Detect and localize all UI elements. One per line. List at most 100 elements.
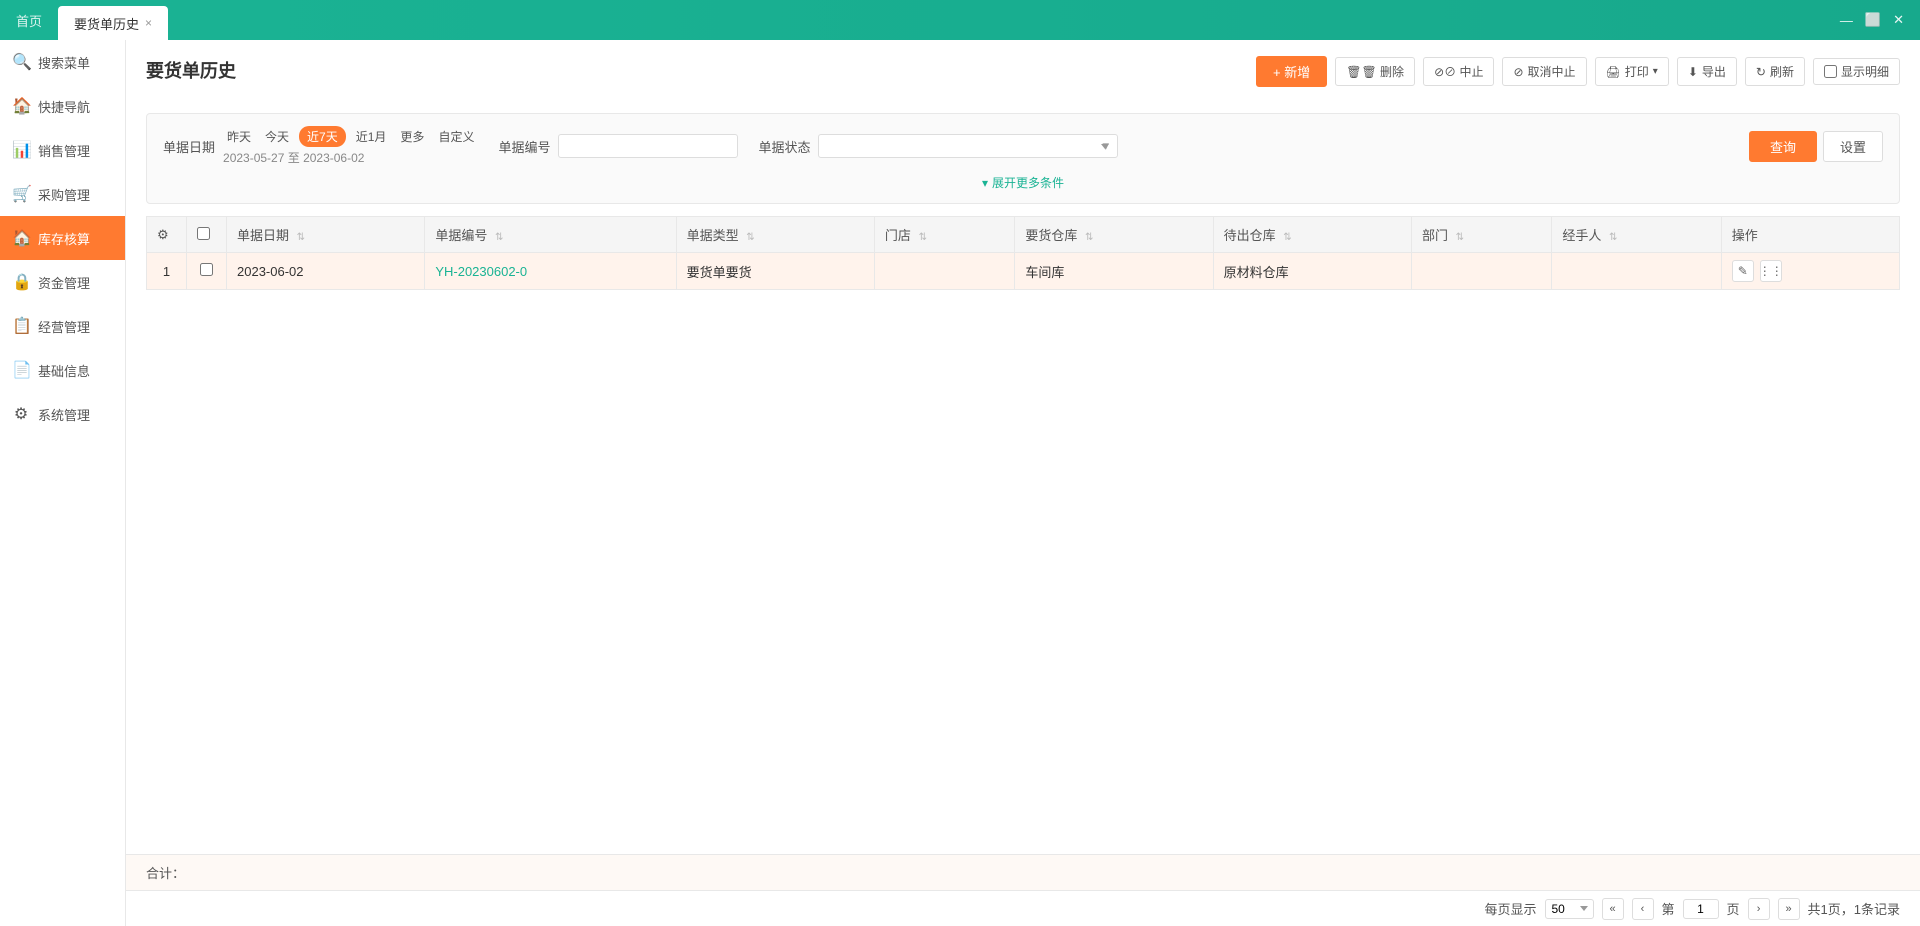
- operation-icons: ✎ ⋮⋮: [1732, 260, 1889, 282]
- top-bar: 首页 要货单历史 × — ⬜ ✕: [0, 0, 1920, 40]
- pagination-bar: 每页显示 50 20 100 « ‹ 第 页 › » 共1页，1条记录: [126, 890, 1920, 926]
- sidebar-item-search-menu[interactable]: 🔍 搜索菜单: [0, 40, 125, 84]
- display-detail-checkbox[interactable]: [1824, 65, 1837, 78]
- display-detail-toggle[interactable]: 显示明细: [1813, 58, 1900, 85]
- page-number-input[interactable]: [1683, 899, 1719, 919]
- table-row: 1 2023-06-02 YH-20230602-0 要货单要货 车间库 原材料…: [147, 253, 1900, 290]
- th-settings[interactable]: ⚙: [147, 217, 187, 253]
- row-handler: [1552, 253, 1721, 290]
- stop-button[interactable]: ⊘ ⊘ 中止: [1423, 57, 1494, 86]
- chart-icon: 📊: [12, 140, 30, 160]
- sidebar-item-quick-nav[interactable]: 🏠 快捷导航: [0, 84, 125, 128]
- doc-status-filter: 单据状态 ▾: [758, 134, 1729, 158]
- date-shortcut-yesterday[interactable]: 昨天: [223, 127, 255, 146]
- date-range-display: 2023-05-27 至 2023-06-02: [223, 149, 478, 166]
- settings-icon: ⚙: [157, 227, 169, 242]
- doc-status-select[interactable]: [818, 134, 1118, 158]
- th-doc-number[interactable]: 单据编号 ⇅: [425, 217, 676, 253]
- th-operation: 操作: [1721, 217, 1899, 253]
- row-store: [874, 253, 1014, 290]
- sidebar-item-purchase-mgmt[interactable]: 🛒 采购管理: [0, 172, 125, 216]
- date-shortcut-row: 昨天 今天 近7天 近1月 更多 自定义: [223, 126, 478, 147]
- cancel-stop-button[interactable]: ⊘ 取消中止: [1502, 57, 1586, 86]
- sidebar-item-inventory-calc[interactable]: 🏠 库存核算: [0, 216, 125, 260]
- row-operation: ✎ ⋮⋮: [1721, 253, 1899, 290]
- per-page-select[interactable]: 50 20 100: [1545, 899, 1594, 919]
- date-shortcut-1month[interactable]: 近1月: [352, 127, 391, 146]
- clipboard-icon: 📋: [12, 316, 30, 336]
- row-checkbox[interactable]: [200, 263, 213, 276]
- date-filter-label: 单据日期: [163, 137, 215, 156]
- refresh-icon: ↻: [1756, 65, 1766, 79]
- print-button[interactable]: 🖨 打印 ▾: [1595, 57, 1669, 86]
- date-shortcut-7days[interactable]: 近7天: [299, 126, 346, 147]
- op-more-button[interactable]: ⋮⋮: [1760, 260, 1782, 282]
- row-doc-date: 2023-06-02: [227, 253, 425, 290]
- date-shortcuts: 昨天 今天 近7天 近1月 更多 自定义 2023-05-27 至 2023-0…: [223, 126, 478, 166]
- th-handler[interactable]: 经手人 ⇅: [1552, 217, 1721, 253]
- tab-bar: 首页 要货单历史 ×: [0, 0, 1840, 40]
- th-req-warehouse[interactable]: 要货仓库 ⇅: [1015, 217, 1213, 253]
- table-container: ⚙ 单据日期 ⇅ 单据编号 ⇅: [146, 216, 1900, 290]
- query-button[interactable]: 查询: [1749, 131, 1817, 162]
- date-shortcut-custom[interactable]: 自定义: [434, 127, 478, 146]
- select-all-checkbox[interactable]: [197, 227, 210, 240]
- row-checkbox-cell: [187, 253, 227, 290]
- delete-icon: 🗑: [1346, 65, 1361, 79]
- sidebar-item-basic-info[interactable]: 📄 基础信息: [0, 348, 125, 392]
- window-actions: — ⬜ ✕: [1840, 12, 1920, 28]
- sidebar-item-sales-mgmt[interactable]: 📊 销售管理: [0, 128, 125, 172]
- row-pending-warehouse: 原材料仓库: [1213, 253, 1411, 290]
- toolbar: + 新增 🗑 🗑 删除 ⊘ ⊘ 中止 ⊘ 取消中止 🖨 打印 ▾: [1256, 56, 1900, 87]
- minimize-button[interactable]: —: [1840, 13, 1853, 28]
- sidebar-item-finance-mgmt[interactable]: 🔒 资金管理: [0, 260, 125, 304]
- th-store[interactable]: 门店 ⇅: [874, 217, 1014, 253]
- settings-button[interactable]: 设置: [1823, 131, 1883, 162]
- doc-number-input[interactable]: [558, 134, 738, 158]
- th-department[interactable]: 部门 ⇅: [1411, 217, 1551, 253]
- tab-requisition-history[interactable]: 要货单历史 ×: [58, 6, 168, 40]
- th-doc-date[interactable]: 单据日期 ⇅: [227, 217, 425, 253]
- new-button[interactable]: + 新增: [1256, 56, 1327, 87]
- refresh-button[interactable]: ↻ 刷新: [1745, 57, 1805, 86]
- th-checkbox[interactable]: [187, 217, 227, 253]
- expand-more-btn[interactable]: ▾ 展开更多条件: [163, 174, 1883, 191]
- expand-icon: ▾: [982, 176, 988, 190]
- th-pending-warehouse[interactable]: 待出仓库 ⇅: [1213, 217, 1411, 253]
- sidebar: 🔍 搜索菜单 🏠 快捷导航 📊 销售管理 🛒 采购管理 🏠 库存核算 🔒 资金管…: [0, 40, 126, 926]
- summary-label: 合计：: [146, 866, 185, 881]
- filter-row: 单据日期 昨天 今天 近7天 近1月 更多 自定义 2023-05-27 至 2…: [163, 126, 1883, 166]
- tab-home[interactable]: 首页: [0, 0, 58, 40]
- per-page-label: 每页显示: [1484, 899, 1536, 918]
- date-shortcut-more[interactable]: 更多: [396, 127, 428, 146]
- sort-department-icon: ⇅: [1456, 232, 1464, 243]
- sort-store-icon: ⇅: [919, 232, 927, 243]
- page-container: 要货单历史 + 新增 🗑 🗑 删除 ⊘ ⊘ 中止 ⊘ 取消中止 🖨 打印: [126, 40, 1920, 926]
- op-edit-button[interactable]: ✎: [1732, 260, 1754, 282]
- next-page-button[interactable]: ›: [1748, 898, 1770, 920]
- page-unit: 页: [1727, 899, 1740, 918]
- sidebar-item-operation-mgmt[interactable]: 📋 经营管理: [0, 304, 125, 348]
- close-tab-icon[interactable]: ×: [145, 16, 152, 30]
- th-doc-type[interactable]: 单据类型 ⇅: [676, 217, 874, 253]
- close-window-button[interactable]: ✕: [1893, 12, 1904, 28]
- date-shortcut-today[interactable]: 今天: [261, 127, 293, 146]
- maximize-button[interactable]: ⬜: [1865, 12, 1881, 28]
- doc-number-link[interactable]: YH-20230602-0: [435, 264, 527, 279]
- export-button[interactable]: ⬇ 导出: [1677, 57, 1737, 86]
- date-filter: 单据日期 昨天 今天 近7天 近1月 更多 自定义 2023-05-27 至 2…: [163, 126, 478, 166]
- prev-page-button[interactable]: ‹: [1632, 898, 1654, 920]
- row-doc-type: 要货单要货: [676, 253, 874, 290]
- first-page-button[interactable]: «: [1602, 898, 1624, 920]
- row-req-warehouse: 车间库: [1015, 253, 1213, 290]
- sort-handler-icon: ⇅: [1609, 232, 1617, 243]
- main-content: 要货单历史 + 新增 🗑 🗑 删除 ⊘ ⊘ 中止 ⊘ 取消中止 🖨 打印: [126, 40, 1920, 926]
- delete-button[interactable]: 🗑 🗑 删除: [1335, 57, 1415, 86]
- last-page-button[interactable]: »: [1778, 898, 1800, 920]
- row-department: [1411, 253, 1551, 290]
- sort-doc-date-icon: ⇅: [297, 232, 305, 243]
- sidebar-item-system-mgmt[interactable]: ⚙ 系统管理: [0, 392, 125, 436]
- sort-doc-type-icon: ⇅: [746, 232, 754, 243]
- search-icon: 🔍: [12, 52, 30, 72]
- cancel-stop-icon: ⊘: [1513, 65, 1523, 79]
